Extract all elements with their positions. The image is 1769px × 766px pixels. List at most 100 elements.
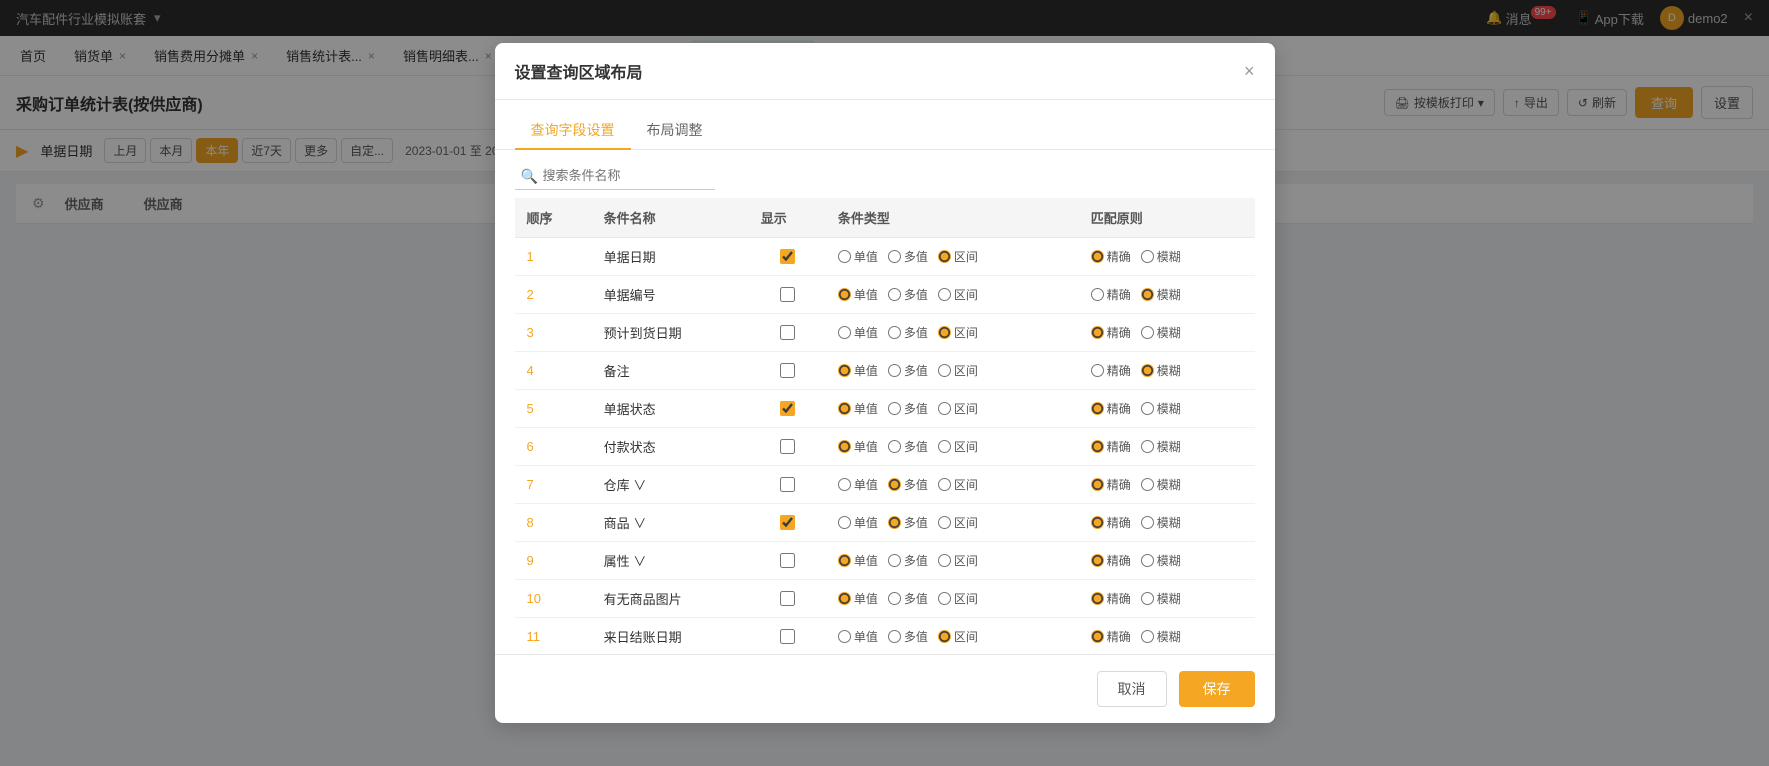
type-radio-input[interactable] xyxy=(938,516,951,529)
type-radio-input[interactable] xyxy=(888,250,901,263)
type-radio-input[interactable] xyxy=(888,402,901,415)
rule-radio-input[interactable] xyxy=(1091,630,1104,643)
display-checkbox[interactable] xyxy=(780,325,795,340)
type-radio-item[interactable]: 区间 xyxy=(938,362,978,379)
type-radio-item[interactable]: 多值 xyxy=(888,362,928,379)
type-radio-input[interactable] xyxy=(838,288,851,301)
display-checkbox[interactable] xyxy=(780,439,795,454)
type-radio-input[interactable] xyxy=(938,554,951,567)
type-radio-input[interactable] xyxy=(938,592,951,605)
rule-radio-item[interactable]: 模糊 xyxy=(1141,514,1181,531)
type-radio-item[interactable]: 单值 xyxy=(838,324,878,341)
rule-radio-item[interactable]: 模糊 xyxy=(1141,590,1181,607)
type-radio-input[interactable] xyxy=(888,516,901,529)
rule-radio-input[interactable] xyxy=(1141,288,1154,301)
display-checkbox[interactable] xyxy=(780,401,795,416)
rule-radio-item[interactable]: 精确 xyxy=(1091,400,1131,417)
rule-radio-item[interactable]: 精确 xyxy=(1091,628,1131,645)
rule-radio-item[interactable]: 模糊 xyxy=(1141,362,1181,379)
type-radio-input[interactable] xyxy=(888,630,901,643)
rule-radio-input[interactable] xyxy=(1141,250,1154,263)
rule-radio-input[interactable] xyxy=(1091,516,1104,529)
rule-radio-input[interactable] xyxy=(1141,554,1154,567)
type-radio-input[interactable] xyxy=(838,402,851,415)
rule-radio-input[interactable] xyxy=(1141,440,1154,453)
rule-radio-item[interactable]: 精确 xyxy=(1091,590,1131,607)
type-radio-input[interactable] xyxy=(838,326,851,339)
rule-radio-item[interactable]: 模糊 xyxy=(1141,400,1181,417)
type-radio-input[interactable] xyxy=(888,554,901,567)
type-radio-item[interactable]: 多值 xyxy=(888,514,928,531)
type-radio-item[interactable]: 单值 xyxy=(838,286,878,303)
save-button[interactable]: 保存 xyxy=(1179,671,1255,707)
rule-radio-item[interactable]: 模糊 xyxy=(1141,476,1181,493)
display-checkbox[interactable] xyxy=(780,249,795,264)
rule-radio-input[interactable] xyxy=(1091,402,1104,415)
type-radio-item[interactable]: 区间 xyxy=(938,286,978,303)
type-radio-input[interactable] xyxy=(888,364,901,377)
type-radio-input[interactable] xyxy=(838,630,851,643)
type-radio-input[interactable] xyxy=(838,250,851,263)
type-radio-item[interactable]: 单值 xyxy=(838,362,878,379)
type-radio-item[interactable]: 区间 xyxy=(938,476,978,493)
type-radio-item[interactable]: 区间 xyxy=(938,552,978,569)
type-radio-item[interactable]: 多值 xyxy=(888,590,928,607)
type-radio-item[interactable]: 单值 xyxy=(838,438,878,455)
display-checkbox[interactable] xyxy=(780,591,795,606)
type-radio-item[interactable]: 多值 xyxy=(888,248,928,265)
rule-radio-input[interactable] xyxy=(1141,364,1154,377)
rule-radio-input[interactable] xyxy=(1091,326,1104,339)
dialog-tab-fields[interactable]: 查询字段设置 xyxy=(515,112,631,150)
type-radio-input[interactable] xyxy=(888,478,901,491)
rule-radio-item[interactable]: 精确 xyxy=(1091,552,1131,569)
type-radio-item[interactable]: 区间 xyxy=(938,324,978,341)
type-radio-item[interactable]: 区间 xyxy=(938,628,978,645)
rule-radio-input[interactable] xyxy=(1141,592,1154,605)
display-checkbox[interactable] xyxy=(780,477,795,492)
type-radio-input[interactable] xyxy=(888,288,901,301)
type-radio-item[interactable]: 多值 xyxy=(888,438,928,455)
rule-radio-input[interactable] xyxy=(1091,288,1104,301)
type-radio-input[interactable] xyxy=(838,478,851,491)
rule-radio-input[interactable] xyxy=(1141,630,1154,643)
type-radio-item[interactable]: 区间 xyxy=(938,438,978,455)
rule-radio-item[interactable]: 模糊 xyxy=(1141,286,1181,303)
rule-radio-input[interactable] xyxy=(1091,478,1104,491)
rule-radio-item[interactable]: 模糊 xyxy=(1141,628,1181,645)
rule-radio-input[interactable] xyxy=(1091,554,1104,567)
type-radio-input[interactable] xyxy=(888,440,901,453)
display-checkbox[interactable] xyxy=(780,629,795,644)
type-radio-item[interactable]: 多值 xyxy=(888,552,928,569)
rule-radio-item[interactable]: 精确 xyxy=(1091,324,1131,341)
rule-radio-item[interactable]: 模糊 xyxy=(1141,248,1181,265)
rule-radio-item[interactable]: 精确 xyxy=(1091,286,1131,303)
dialog-close-button[interactable]: × xyxy=(1244,61,1255,82)
rule-radio-input[interactable] xyxy=(1141,516,1154,529)
type-radio-item[interactable]: 多值 xyxy=(888,324,928,341)
search-input[interactable] xyxy=(515,162,715,190)
rule-radio-item[interactable]: 模糊 xyxy=(1141,438,1181,455)
type-radio-item[interactable]: 区间 xyxy=(938,400,978,417)
type-radio-input[interactable] xyxy=(838,554,851,567)
type-radio-item[interactable]: 单值 xyxy=(838,590,878,607)
display-checkbox[interactable] xyxy=(780,515,795,530)
rule-radio-item[interactable]: 精确 xyxy=(1091,362,1131,379)
type-radio-input[interactable] xyxy=(938,288,951,301)
rule-radio-input[interactable] xyxy=(1091,440,1104,453)
dialog-tab-layout[interactable]: 布局调整 xyxy=(631,112,719,150)
type-radio-item[interactable]: 单值 xyxy=(838,514,878,531)
type-radio-input[interactable] xyxy=(938,478,951,491)
type-radio-input[interactable] xyxy=(838,516,851,529)
rule-radio-item[interactable]: 精确 xyxy=(1091,248,1131,265)
display-checkbox[interactable] xyxy=(780,553,795,568)
rule-radio-item[interactable]: 模糊 xyxy=(1141,552,1181,569)
type-radio-input[interactable] xyxy=(938,250,951,263)
type-radio-input[interactable] xyxy=(888,326,901,339)
type-radio-item[interactable]: 区间 xyxy=(938,248,978,265)
type-radio-input[interactable] xyxy=(938,402,951,415)
type-radio-input[interactable] xyxy=(838,440,851,453)
rule-radio-input[interactable] xyxy=(1091,250,1104,263)
type-radio-input[interactable] xyxy=(938,326,951,339)
type-radio-item[interactable]: 单值 xyxy=(838,628,878,645)
type-radio-input[interactable] xyxy=(838,592,851,605)
